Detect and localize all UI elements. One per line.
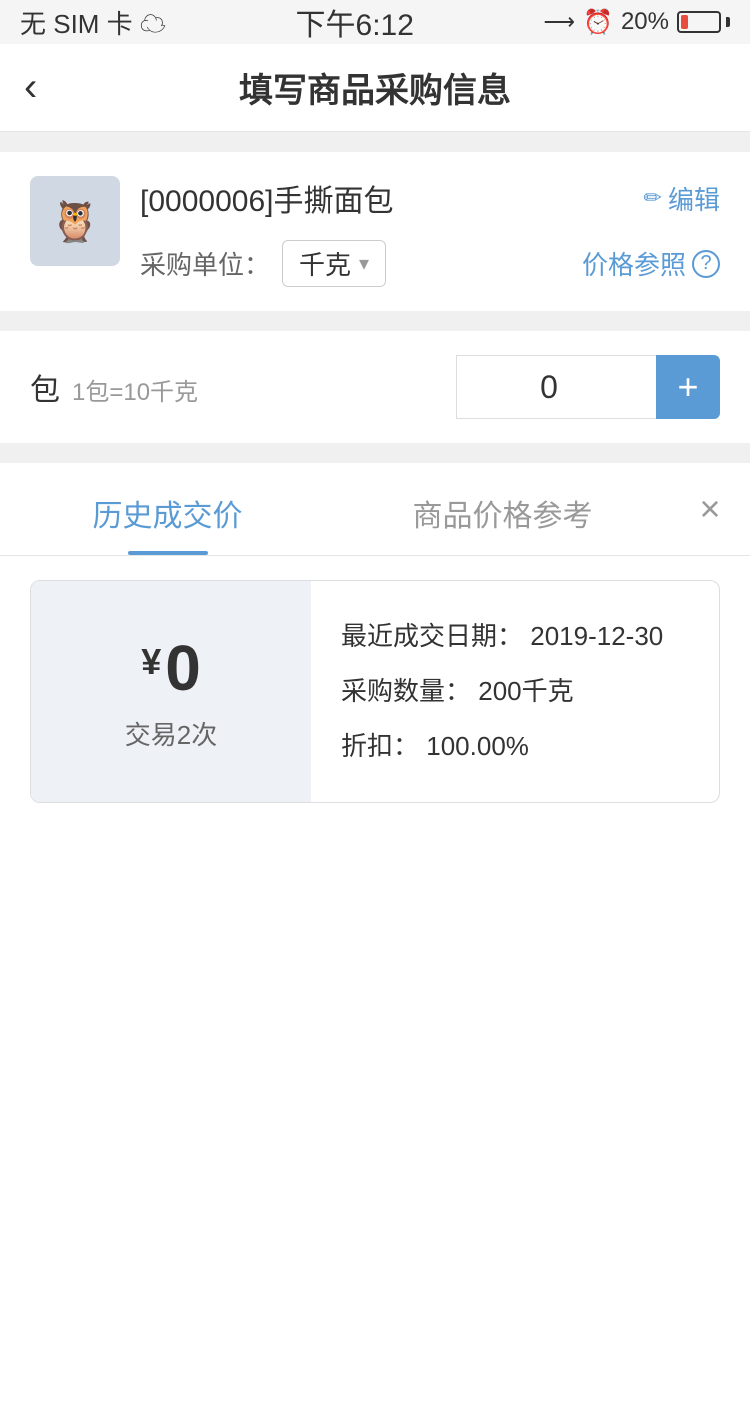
- discount-label: 折扣：: [341, 731, 419, 761]
- trade-count: 交易2次: [125, 715, 217, 752]
- quantity-label-group: 包 1包=10千克: [30, 365, 198, 409]
- page-title: 填写商品采购信息: [239, 63, 511, 112]
- price-card: ¥ 0 交易2次 最近成交日期： 2019-12-30 采购数量： 200千克 …: [30, 580, 720, 803]
- price-value: 0: [165, 631, 201, 705]
- nav-bar: ‹ 填写商品采购信息: [0, 44, 750, 132]
- edit-icon: ✏: [644, 185, 662, 211]
- chevron-down-icon: ▾: [359, 251, 369, 276]
- quantity-input-group: +: [456, 355, 720, 419]
- recent-date-label: 最近成交日期：: [341, 621, 523, 651]
- currency-symbol: ¥: [141, 641, 161, 683]
- recent-date-value: 2019-12-30: [530, 621, 663, 651]
- purchase-unit-left: 采购单位： 千克 ▾: [140, 240, 386, 287]
- recent-date-item: 最近成交日期： 2019-12-30: [341, 617, 689, 656]
- product-top-row: 🦉 [0000006]手撕面包 ✏ 编辑 采购单位： 千克 ▾: [30, 176, 720, 287]
- quantity-unit-label: 包: [30, 365, 60, 409]
- price-ref-help-icon: ?: [692, 250, 720, 278]
- purchase-unit-label: 采购单位：: [140, 245, 270, 282]
- back-button[interactable]: ‹: [24, 65, 37, 110]
- product-name-row: [0000006]手撕面包 ✏ 编辑: [140, 176, 720, 220]
- price-card-container: ¥ 0 交易2次 最近成交日期： 2019-12-30 采购数量： 200千克 …: [0, 556, 750, 827]
- quantity-equiv-label: 1包=10千克: [72, 372, 198, 407]
- discount-item: 折扣： 100.00%: [341, 727, 689, 766]
- sim-status: 无 SIM 卡 ☁: [20, 4, 166, 41]
- quantity-input[interactable]: [456, 355, 656, 419]
- discount-value: 100.00%: [426, 731, 529, 761]
- price-card-right: 最近成交日期： 2019-12-30 采购数量： 200千克 折扣： 100.0…: [311, 581, 719, 802]
- status-right: ⟶ ⏰ 20%: [544, 8, 730, 37]
- section-divider: [0, 311, 750, 331]
- purchase-qty-item: 采购数量： 200千克: [341, 672, 689, 711]
- purchase-qty-label: 采购数量：: [341, 676, 471, 706]
- product-section: 🦉 [0000006]手撕面包 ✏ 编辑 采购单位： 千克 ▾: [0, 152, 750, 311]
- edit-button[interactable]: ✏ 编辑: [644, 180, 720, 217]
- product-details: [0000006]手撕面包 ✏ 编辑 采购单位： 千克 ▾ 价格参照: [140, 176, 720, 287]
- status-time: 下午6:12: [296, 0, 414, 44]
- quantity-section: 包 1包=10千克 +: [0, 331, 750, 443]
- price-card-left: ¥ 0 交易2次: [31, 581, 311, 802]
- status-bar: 无 SIM 卡 ☁ 下午6:12 ⟶ ⏰ 20%: [0, 0, 750, 44]
- tab-product-price-ref[interactable]: 商品价格参考: [335, 463, 670, 555]
- unit-select[interactable]: 千克 ▾: [282, 240, 386, 287]
- price-ref-label: 价格参照: [582, 245, 686, 282]
- status-left: 无 SIM 卡 ☁: [20, 4, 166, 41]
- price-amount: ¥ 0: [141, 631, 201, 705]
- edit-label: 编辑: [668, 180, 720, 217]
- product-thumbnail: 🦉: [30, 176, 120, 266]
- purchase-qty-value: 200千克: [478, 676, 573, 706]
- product-name: [0000006]手撕面包: [140, 176, 393, 220]
- tab-history-price[interactable]: 历史成交价: [0, 463, 335, 555]
- location-icon: ⟶: [544, 9, 576, 35]
- price-ref-button[interactable]: 价格参照 ?: [582, 245, 720, 282]
- unit-value: 千克: [299, 245, 351, 282]
- quantity-plus-button[interactable]: +: [656, 355, 720, 419]
- purchase-unit-row: 采购单位： 千克 ▾ 价格参照 ?: [140, 240, 720, 287]
- battery-icon: [677, 11, 730, 33]
- battery-percent: 20%: [621, 8, 669, 36]
- alarm-icon: ⏰: [583, 8, 613, 37]
- tab-close-button[interactable]: ×: [670, 468, 750, 550]
- bottom-area: [0, 827, 750, 1427]
- product-owl-icon: 🦉: [50, 198, 100, 245]
- tab-bar: 历史成交价 商品价格参考 ×: [0, 463, 750, 556]
- tab-section: 历史成交价 商品价格参考 × ¥ 0 交易2次 最近成交日期： 2019-12-…: [0, 463, 750, 1427]
